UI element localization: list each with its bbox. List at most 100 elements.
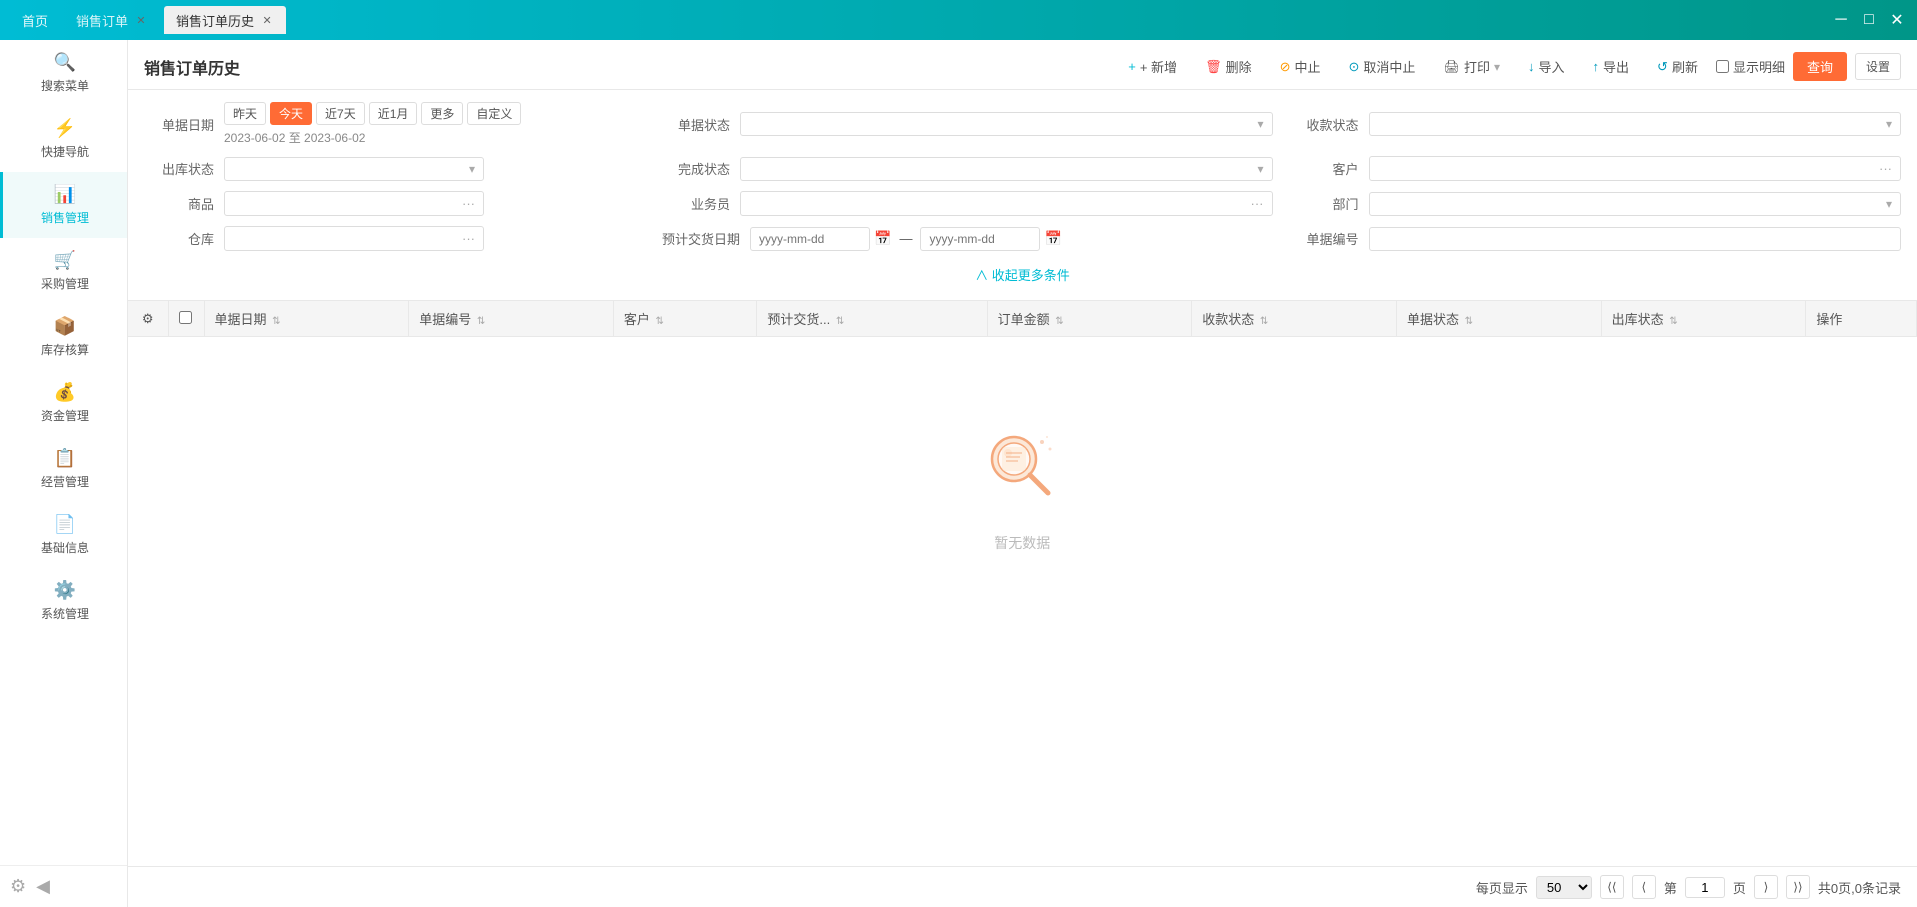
date-btn-custom[interactable]: 自定义 <box>467 102 521 125</box>
page-header: 销售订单历史 + + 新增 🗑 删除 ⊘ 中止 ⊙ 取消中止 <box>128 40 1917 90</box>
cancel-stop-button[interactable]: ⊙ 取消中止 <box>1339 53 1426 80</box>
col-payment-status-sort[interactable]: ⇅ <box>1260 316 1268 327</box>
sidebar-settings-icon[interactable]: ⚙ <box>10 876 26 897</box>
col-customer-sort[interactable]: ⇅ <box>656 316 664 327</box>
page-jump-label: 第 <box>1664 878 1677 897</box>
minimize-button[interactable]: ─ <box>1831 10 1851 30</box>
date-btn-today[interactable]: 今天 <box>270 102 312 125</box>
stock-out-label: 出库状态 <box>144 159 224 178</box>
filter-salesman-group: 业务员 ··· <box>660 191 1273 216</box>
calendar-to-icon[interactable]: 📅 <box>1044 230 1061 247</box>
tab-sales-order-history-close[interactable]: ✕ <box>260 13 274 27</box>
col-expected-delivery-sort[interactable]: ⇅ <box>836 316 844 327</box>
col-order-status-sort[interactable]: ⇅ <box>1465 316 1473 327</box>
payment-status-select[interactable]: ▾ <box>1369 112 1902 136</box>
sidebar-item-search-menu[interactable]: 🔍 搜索菜单 <box>0 40 127 106</box>
salesman-dots: ··· <box>1251 196 1264 211</box>
maximize-button[interactable]: □ <box>1859 10 1879 30</box>
calendar-from-icon[interactable]: 📅 <box>874 230 891 247</box>
sidebar-search-menu-label: 搜索菜单 <box>41 77 89 94</box>
sidebar-item-quick-nav[interactable]: ⚡ 快捷导航 <box>0 106 127 172</box>
new-button[interactable]: + + 新增 <box>1118 53 1187 80</box>
delivery-date-from[interactable] <box>750 227 870 251</box>
sidebar-basic-info-label: 基础信息 <box>41 539 89 556</box>
page-size-select[interactable]: 20 50 100 <box>1536 876 1592 899</box>
refresh-button[interactable]: ↺ 刷新 <box>1647 53 1708 80</box>
order-number-input[interactable] <box>1369 227 1902 251</box>
stop-button[interactable]: ⊘ 中止 <box>1270 53 1331 80</box>
window-controls: ─ □ ✕ <box>1831 10 1907 30</box>
export-button[interactable]: ↑ 导出 <box>1583 53 1640 80</box>
prev-page-button[interactable]: ⟨ <box>1632 875 1656 899</box>
date-btn-yesterday[interactable]: 昨天 <box>224 102 266 125</box>
col-stock-out-status-sort[interactable]: ⇅ <box>1669 316 1677 327</box>
complete-status-select[interactable]: ▾ <box>740 157 1273 181</box>
col-number-sort[interactable]: ⇅ <box>477 316 485 327</box>
order-status-select[interactable]: ▾ <box>740 112 1273 136</box>
basic-info-icon: 📄 <box>54 514 76 535</box>
filter-order-number-group: 单据编号 <box>1289 227 1902 251</box>
date-label: 单据日期 <box>144 115 224 134</box>
tab-sales-order-close[interactable]: ✕ <box>134 13 148 27</box>
sidebar-item-system-mgmt[interactable]: ⚙️ 系统管理 <box>0 568 127 634</box>
col-payment-status: 收款状态 ⇅ <box>1192 301 1397 337</box>
warehouse-select[interactable]: ··· <box>224 226 484 251</box>
select-all-checkbox[interactable] <box>179 311 192 324</box>
stock-out-select[interactable]: ▾ <box>224 157 484 181</box>
settings-button[interactable]: 设置 <box>1855 53 1901 80</box>
page-number-input[interactable] <box>1685 877 1725 898</box>
filter-row-4: 仓库 ··· 预计交货日期 📅 — 📅 <box>144 226 1901 251</box>
sidebar-item-operation-mgmt[interactable]: 📋 经营管理 <box>0 436 127 502</box>
refresh-icon: ↺ <box>1657 59 1668 75</box>
date-btn-more[interactable]: 更多 <box>421 102 463 125</box>
sales-mgmt-icon: 📊 <box>54 184 76 205</box>
cancel-stop-label: 取消中止 <box>1363 57 1415 76</box>
close-button[interactable]: ✕ <box>1887 10 1907 30</box>
product-select[interactable]: ··· <box>224 191 484 216</box>
print-button[interactable]: 🖨 打印 ▾ <box>1433 53 1510 80</box>
sidebar-operation-mgmt-label: 经营管理 <box>41 473 89 490</box>
filter-row-3: 商品 ··· 业务员 ··· 部门 <box>144 191 1901 216</box>
filter-order-status-group: 单据状态 ▾ <box>660 112 1273 136</box>
tab-sales-order-history[interactable]: 销售订单历史 ✕ <box>164 6 286 34</box>
next-page-button[interactable]: ⟩ <box>1754 875 1778 899</box>
date-separator: — <box>895 231 916 246</box>
stop-label: 中止 <box>1295 57 1321 76</box>
date-btn-7days[interactable]: 近7天 <box>316 102 365 125</box>
department-select[interactable]: ▾ <box>1369 192 1902 216</box>
customer-select[interactable]: ··· <box>1369 156 1902 181</box>
tab-sales-order[interactable]: 销售订单 ✕ <box>64 6 160 34</box>
display-detail-checkbox[interactable] <box>1716 60 1729 73</box>
sidebar-item-fund-mgmt[interactable]: 💰 资金管理 <box>0 370 127 436</box>
date-btn-1month[interactable]: 近1月 <box>369 102 418 125</box>
table-settings-icon[interactable]: ⚙ <box>142 311 154 326</box>
toolbar: + + 新增 🗑 删除 ⊘ 中止 ⊙ 取消中止 🖨 打印 <box>1118 52 1901 81</box>
col-date-sort[interactable]: ⇅ <box>272 316 280 327</box>
display-detail-toggle[interactable]: 显示明细 <box>1716 57 1785 76</box>
order-number-label: 单据编号 <box>1289 229 1369 248</box>
sidebar-item-inventory-calc[interactable]: 📦 库存核算 <box>0 304 127 370</box>
delivery-date-to[interactable] <box>920 227 1040 251</box>
table-checkbox-col[interactable] <box>168 301 204 337</box>
sidebar-item-purchase-mgmt[interactable]: 🛒 采购管理 <box>0 238 127 304</box>
delete-button[interactable]: 🗑 删除 <box>1195 53 1262 80</box>
salesman-select[interactable]: ··· <box>740 191 1273 216</box>
new-icon: + <box>1128 59 1136 74</box>
query-button[interactable]: 查询 <box>1793 52 1847 81</box>
table-settings-col[interactable]: ⚙ <box>128 301 168 337</box>
tab-home-label: 首页 <box>22 11 48 30</box>
collapse-filters-button[interactable]: ∧ 收起更多条件 <box>144 261 1901 288</box>
page-title: 销售订单历史 <box>144 55 240 79</box>
first-page-button[interactable]: ⟨⟨ <box>1600 875 1624 899</box>
empty-state: 暂无数据 <box>128 337 1917 633</box>
last-page-button[interactable]: ⟩⟩ <box>1786 875 1810 899</box>
department-label: 部门 <box>1289 194 1369 213</box>
col-customer: 客户 ⇅ <box>613 301 757 337</box>
sidebar-collapse-icon[interactable]: ◀ <box>36 876 50 897</box>
quick-nav-icon: ⚡ <box>54 118 76 139</box>
tab-home[interactable]: 首页 <box>10 6 60 34</box>
sidebar-item-sales-mgmt[interactable]: 📊 销售管理 <box>0 172 127 238</box>
import-button[interactable]: ↓ 导入 <box>1518 53 1575 80</box>
sidebar-item-basic-info[interactable]: 📄 基础信息 <box>0 502 127 568</box>
col-order-amount-sort[interactable]: ⇅ <box>1055 316 1063 327</box>
